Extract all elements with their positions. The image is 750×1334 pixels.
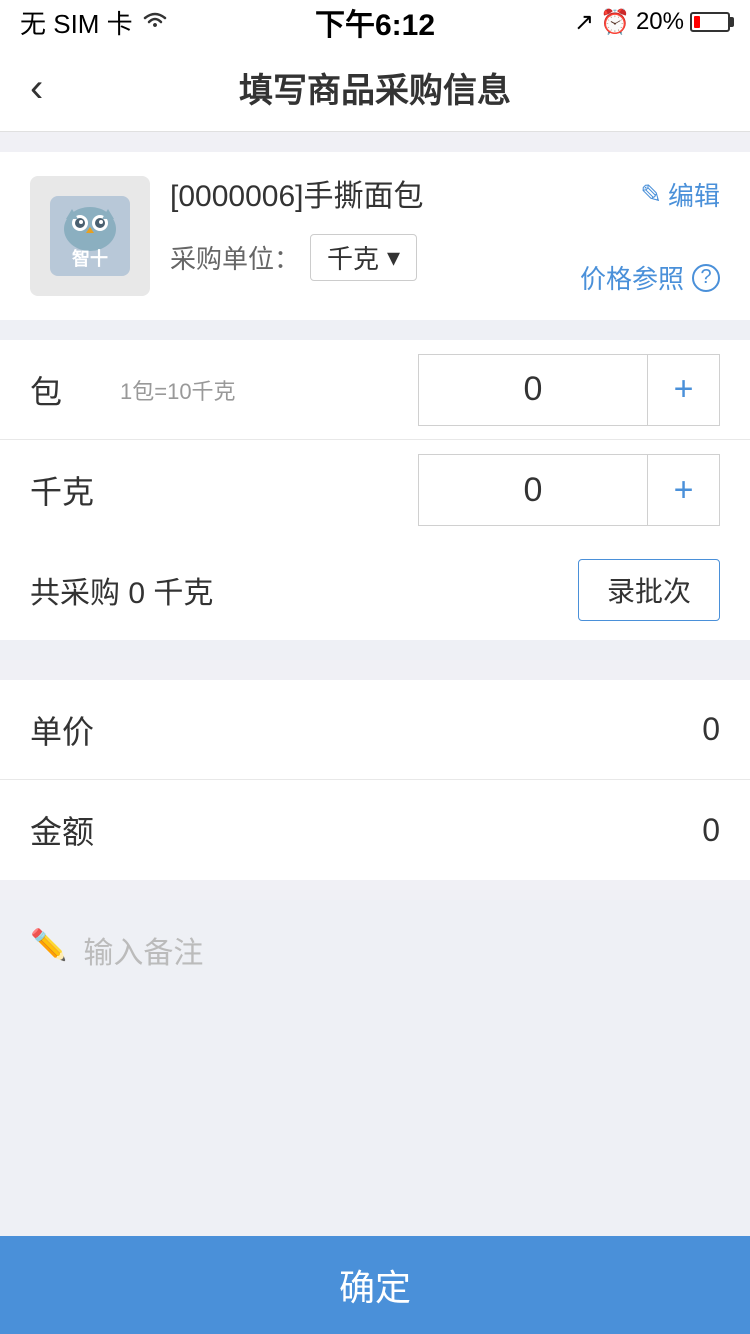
bao-input-row: 包 1包=10千克 + [0, 340, 750, 440]
section-divider-1 [0, 320, 750, 340]
status-right: ↗ ⏰ 20% [574, 8, 730, 37]
kg-quantity-input[interactable] [418, 454, 648, 526]
bao-quantity-input[interactable] [418, 354, 648, 426]
price-ref-button[interactable]: 价格参照 ? [580, 259, 720, 296]
edit-button[interactable]: ✎ 编辑 [640, 176, 720, 213]
product-image: 智十 [30, 176, 150, 296]
status-bar: 无 SIM 卡 下午6:12 ↗ ⏰ 20% [0, 0, 750, 44]
kg-plus-button[interactable]: + [648, 454, 720, 526]
amount-row: 金额 0 [0, 780, 750, 880]
unit-price-label: 单价 [30, 707, 94, 753]
page-title: 填写商品采购信息 [239, 63, 511, 112]
amount-label: 金额 [30, 807, 94, 853]
status-time: 下午6:12 [315, 0, 435, 44]
bao-sublabel: 1包=10千克 [120, 374, 236, 406]
plus-icon: + [674, 370, 694, 409]
summary-text: 共采购 0 千克 [30, 568, 213, 612]
unit-value: 千克 [327, 239, 379, 276]
wifi-icon [141, 7, 169, 38]
note-placeholder: 输入备注 [83, 928, 203, 972]
product-name: [0000006]手撕面包 [170, 176, 720, 218]
unit-dropdown[interactable]: 千克 ▾ [310, 234, 417, 281]
confirm-label: 确定 [339, 1259, 411, 1311]
price-ref-label: 价格参照 [580, 259, 684, 296]
summary-row: 共采购 0 千克 录批次 [0, 540, 750, 640]
edit-label: 编辑 [668, 176, 720, 213]
info-icon: ? [692, 264, 720, 292]
kg-label: 千克 [30, 467, 110, 513]
pencil-icon: ✏️ [30, 928, 67, 963]
product-logo: 智十 [50, 196, 130, 276]
bao-input-right: + [418, 354, 720, 426]
quantity-input-section: 包 1包=10千克 + 千克 + [0, 340, 750, 540]
price-section: 单价 0 金额 0 [0, 680, 750, 880]
unit-prefix: 采购单位： [170, 239, 300, 276]
logo-text: 智十 [72, 245, 108, 271]
section-divider-2 [0, 640, 750, 660]
confirm-bar[interactable]: 确定 [0, 1236, 750, 1334]
bao-label: 包 [30, 367, 110, 413]
chevron-down-icon: ▾ [387, 242, 400, 273]
kg-input-row: 千克 + [0, 440, 750, 540]
kg-input-right: + [418, 454, 720, 526]
battery-fill [694, 16, 700, 28]
unit-price-value: 0 [702, 711, 720, 748]
product-card: 智十 [0000006]手撕面包 采购单位： 千克 ▾ ✎ 编辑 价格参照 ? [0, 152, 750, 320]
batch-button[interactable]: 录批次 [578, 559, 720, 621]
back-button[interactable]: ‹ [30, 68, 43, 108]
plus-icon-2: + [674, 471, 694, 510]
alarm-icon: ⏰ [600, 8, 630, 37]
amount-value: 0 [702, 812, 720, 849]
status-left: 无 SIM 卡 [20, 4, 169, 41]
unit-price-row: 单价 0 [0, 680, 750, 780]
battery-percent: 20% [636, 8, 684, 36]
nav-bar: ‹ 填写商品采购信息 [0, 44, 750, 132]
battery-icon [690, 12, 730, 32]
location-icon: ↗ [574, 8, 594, 37]
no-sim-text: 无 SIM 卡 [20, 4, 133, 41]
bao-plus-button[interactable]: + [648, 354, 720, 426]
edit-icon: ✎ [640, 179, 662, 210]
